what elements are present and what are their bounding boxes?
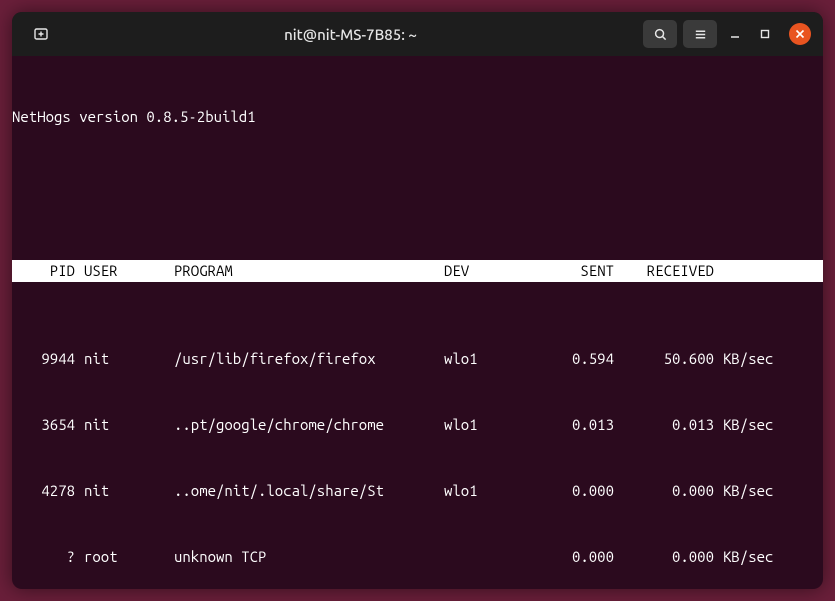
cell-recv: 0.000 (614, 480, 714, 502)
maximize-icon (758, 27, 772, 41)
cell-unit: KB/sec (714, 546, 786, 568)
hamburger-icon (693, 27, 708, 42)
hamburger-menu-button[interactable] (683, 20, 717, 48)
cell-user: nit (84, 348, 174, 370)
cell-prog: ..pt/google/chrome/chrome (174, 414, 444, 436)
cell-pid: 4278 (12, 480, 84, 502)
terminal-window: nit@nit-MS-7B85: ~ (12, 12, 823, 589)
cell-unit: KB/sec (714, 414, 786, 436)
hdr-pid: PID (12, 260, 84, 282)
new-tab-button[interactable] (24, 20, 58, 48)
table-row: 9944 nit /usr/lib/firefox/firefox wlo1 0… (12, 348, 823, 370)
window-title: nit@nit-MS-7B85: ~ (58, 26, 643, 43)
cell-dev: wlo1 (444, 414, 534, 436)
cell-user: nit (84, 480, 174, 502)
hdr-dev: DEV (444, 260, 534, 282)
cell-pid: ? (12, 546, 84, 568)
cell-sent: 0.000 (534, 480, 614, 502)
table-row: ? root unknown TCP 0.000 0.000 KB/sec (12, 546, 823, 568)
table-row: 4278 nit ..ome/nit/.local/share/St wlo1 … (12, 480, 823, 502)
title-bar: nit@nit-MS-7B85: ~ (12, 12, 823, 56)
cell-user: nit (84, 414, 174, 436)
cell-pid: 3654 (12, 414, 84, 436)
titlebar-right-cluster (643, 20, 815, 48)
cell-recv: 50.600 (614, 348, 714, 370)
blank-line (12, 172, 823, 194)
search-button[interactable] (643, 20, 677, 48)
cell-unit: KB/sec (714, 480, 786, 502)
cell-sent: 0.594 (534, 348, 614, 370)
hdr-sent: SENT (534, 260, 614, 282)
hdr-prog: PROGRAM (174, 260, 444, 282)
cell-sent: 0.013 (534, 414, 614, 436)
minimize-button[interactable] (723, 22, 747, 46)
table-row: 3654 nit ..pt/google/chrome/chrome wlo1 … (12, 414, 823, 436)
cell-dev (444, 546, 534, 568)
cell-dev: wlo1 (444, 348, 534, 370)
search-icon (653, 27, 668, 42)
cell-recv: 0.000 (614, 546, 714, 568)
cell-pid: 9944 (12, 348, 84, 370)
cell-unit: KB/sec (714, 348, 786, 370)
new-tab-icon (33, 26, 49, 42)
terminal-body[interactable]: NetHogs version 0.8.5-2build1 PID USER P… (12, 56, 823, 589)
hdr-user: USER (84, 260, 174, 282)
maximize-button[interactable] (753, 22, 777, 46)
cell-sent: 0.000 (534, 546, 614, 568)
minimize-icon (728, 27, 742, 41)
cell-prog: /usr/lib/firefox/firefox (174, 348, 444, 370)
version-line: NetHogs version 0.8.5-2build1 (12, 106, 823, 128)
close-button[interactable] (789, 23, 811, 45)
hdr-recv: RECEIVED (614, 260, 714, 282)
cell-user: root (84, 546, 174, 568)
cell-recv: 0.013 (614, 414, 714, 436)
cell-dev: wlo1 (444, 480, 534, 502)
hdr-unit (714, 260, 786, 282)
table-header: PID USER PROGRAM DEV SENT RECEIVED (12, 260, 823, 282)
cell-prog: ..ome/nit/.local/share/St (174, 480, 444, 502)
cell-prog: unknown TCP (174, 546, 444, 568)
close-icon (795, 29, 805, 39)
